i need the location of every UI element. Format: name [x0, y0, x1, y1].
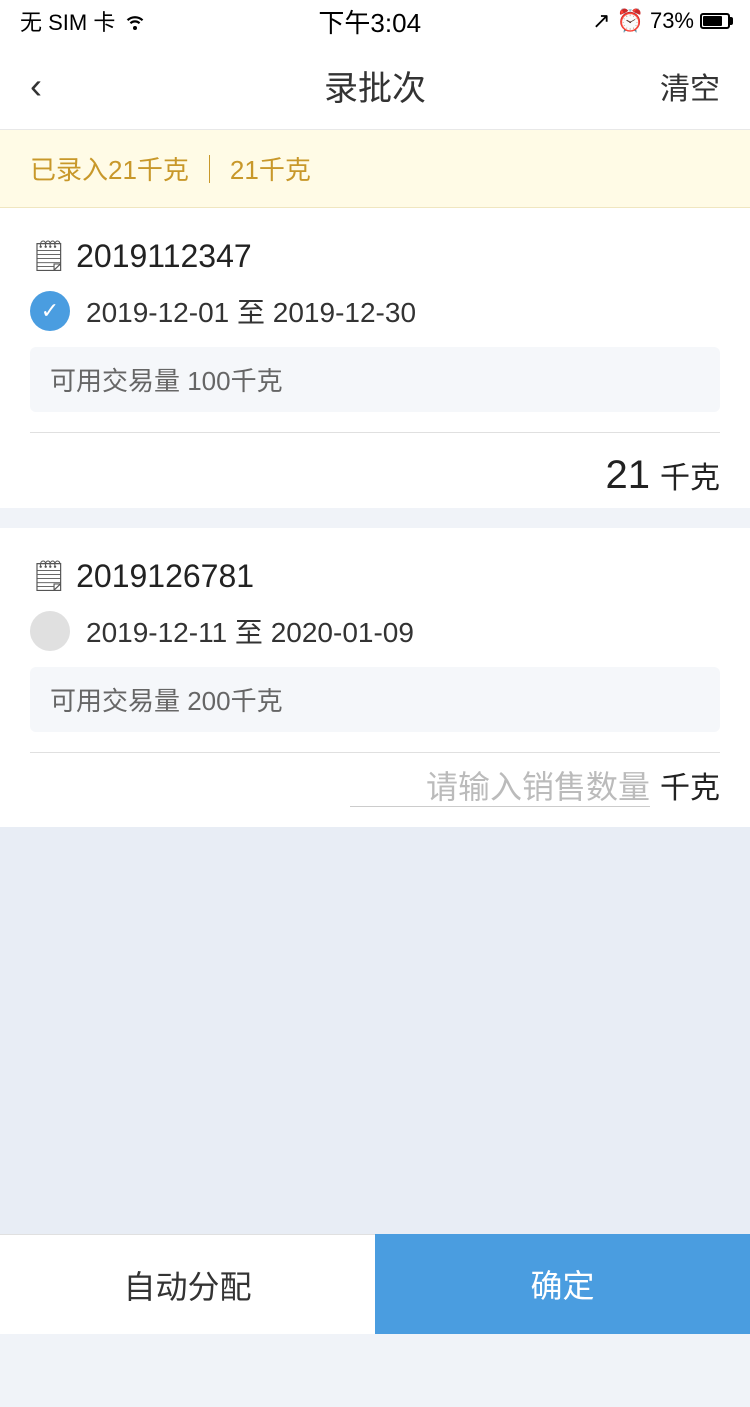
recorded-value: 21千克: [230, 150, 311, 187]
section-gap-1: [0, 508, 750, 528]
wifi-icon: [123, 12, 147, 30]
auto-distribute-button[interactable]: 自动分配: [0, 1234, 375, 1334]
battery-icon: [700, 13, 730, 29]
checkmark-icon: ✓: [41, 298, 59, 324]
batch1-radio[interactable]: ✓: [30, 291, 70, 331]
batch2-avail: 可用交易量 200千克: [30, 667, 720, 732]
batch2-header: 🗒 2019126781: [30, 558, 720, 595]
confirm-button[interactable]: 确定: [375, 1234, 750, 1334]
batch2-date: 2019-12-11 至 2020-01-09: [86, 611, 414, 651]
batch1-card: 🗒 2019112347 ✓ 2019-12-01 至 2019-12-30 可…: [0, 208, 750, 508]
status-right: ↗ ⏰ 73%: [592, 8, 730, 34]
back-button[interactable]: ‹: [30, 65, 90, 107]
banner-divider: [209, 155, 210, 183]
batch1-icon: 🗒: [30, 239, 68, 274]
batch2-id: 2019126781: [76, 558, 254, 595]
batch1-date: 2019-12-01 至 2019-12-30: [86, 291, 416, 331]
batch1-quantity-unit: 千克: [660, 453, 720, 497]
nav-bar: ‹ 录批次 清空: [0, 42, 750, 130]
batch2-card: 🗒 2019126781 2019-12-11 至 2020-01-09 可用交…: [0, 528, 750, 827]
clear-button[interactable]: 清空: [660, 64, 720, 108]
batch2-unit: 千克: [660, 763, 720, 807]
alarm-icon: ⏰: [617, 8, 644, 34]
batch2-date-row: 2019-12-11 至 2020-01-09: [30, 611, 720, 651]
status-time: 下午3:04: [318, 3, 421, 40]
batch2-quantity-row: 千克: [30, 753, 720, 827]
batch1-quantity-row: 21 千克: [30, 433, 720, 508]
batch2-icon: 🗒: [30, 559, 68, 594]
batch1-id: 2019112347: [76, 238, 252, 275]
status-bar: 无 SIM 卡 下午3:04 ↗ ⏰ 73%: [0, 0, 750, 42]
batch1-quantity-value: 21: [606, 453, 651, 498]
batch1-header: 🗒 2019112347: [30, 238, 720, 275]
location-icon: ↗: [592, 8, 610, 34]
status-left: 无 SIM 卡: [20, 5, 147, 37]
batch1-date-row: ✓ 2019-12-01 至 2019-12-30: [30, 291, 720, 331]
carrier-text: 无 SIM 卡: [20, 5, 115, 37]
batch2-radio[interactable]: [30, 611, 70, 651]
batch1-avail: 可用交易量 100千克: [30, 347, 720, 412]
info-banner: 已录入21千克 21千克: [0, 130, 750, 208]
recorded-label: 已录入21千克: [30, 150, 189, 187]
bottom-buttons: 自动分配 确定: [0, 1234, 750, 1334]
batch2-quantity-input[interactable]: [350, 769, 650, 807]
battery-percent: 73%: [650, 8, 694, 34]
page-title: 录批次: [324, 61, 426, 110]
